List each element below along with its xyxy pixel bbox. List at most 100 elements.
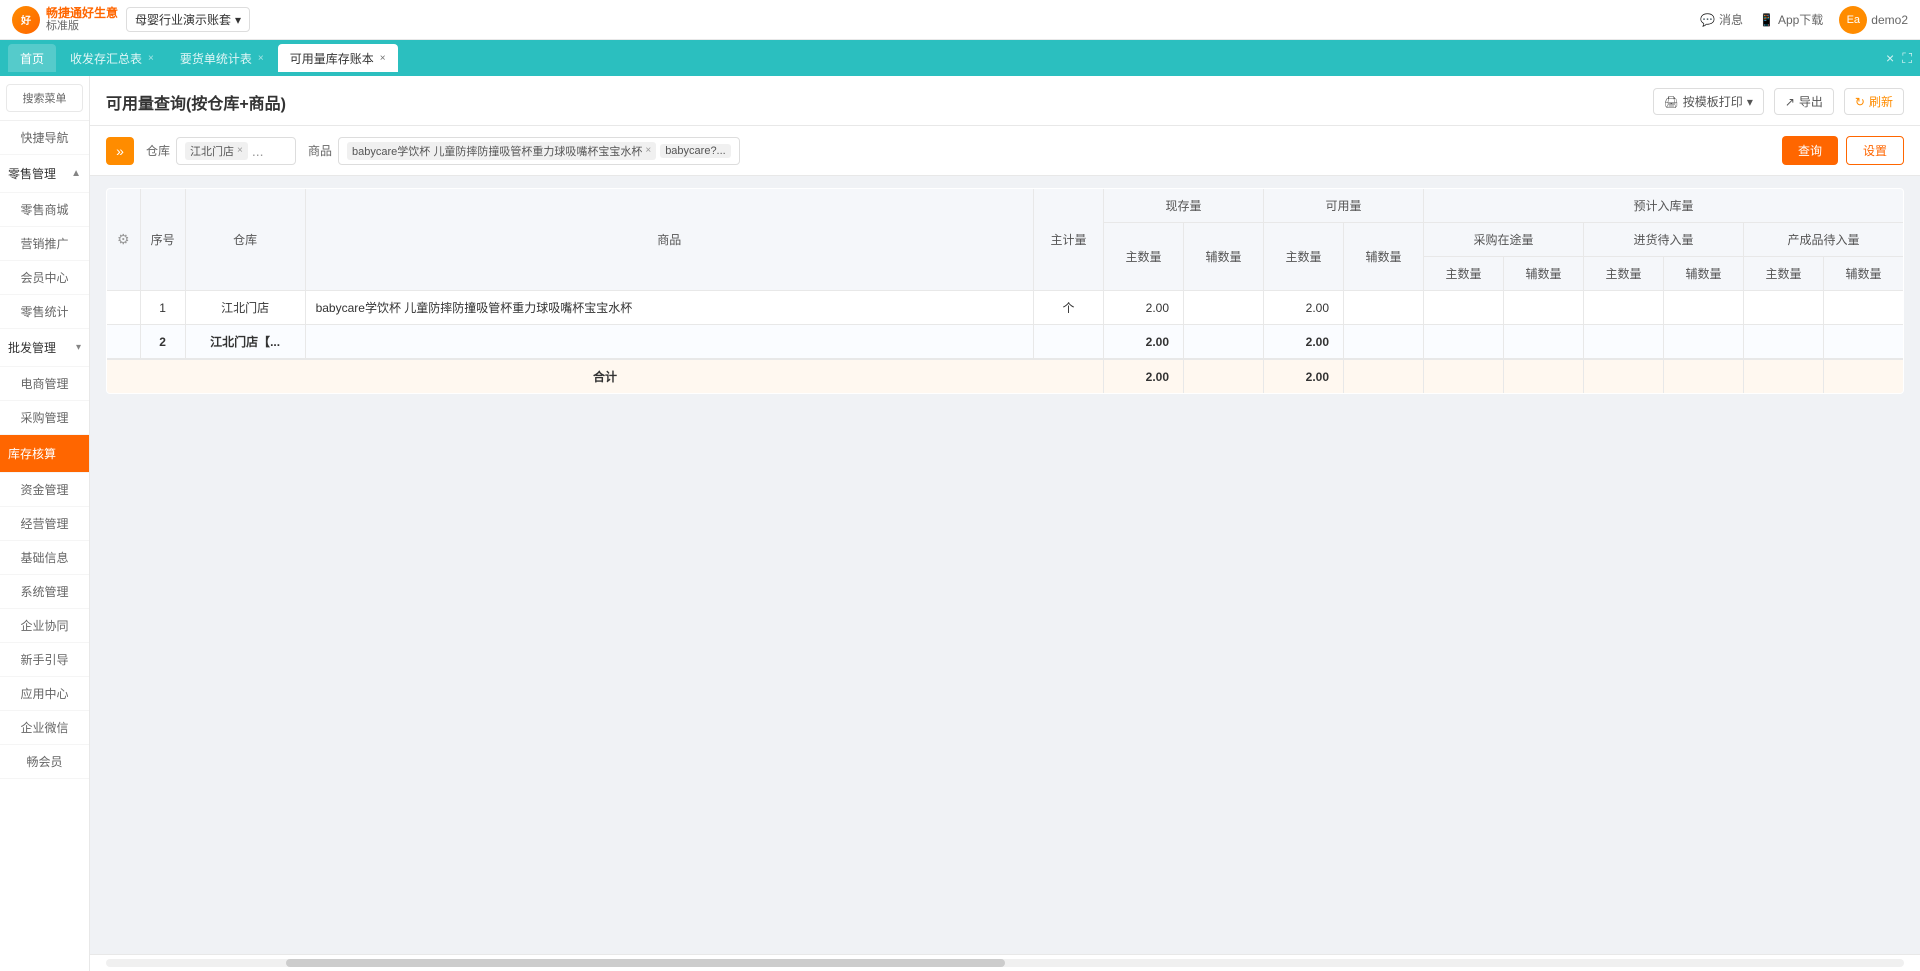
app-logo-icon: 好 (12, 6, 40, 34)
sidebar-item-vip[interactable]: 畅会员 (0, 745, 89, 779)
footer-purchase-main (1584, 359, 1664, 394)
cell-unit: 个 (1034, 291, 1104, 325)
scrollbar-thumb[interactable] (286, 959, 1005, 967)
footer-available-main: 2.00 (1264, 359, 1344, 394)
sidebar-item-operations[interactable]: 经营管理 (0, 507, 89, 541)
expand-tab-btn[interactable]: ⛶ (1902, 50, 1912, 67)
logo-area: 好 畅捷通好生意 标准版 (12, 6, 118, 34)
th-inbound-group: 预计入库量 (1424, 189, 1904, 223)
sidebar-item-wechat-work[interactable]: 企业微信 (0, 711, 89, 745)
search-menu-button[interactable]: 搜索菜单 (6, 84, 83, 112)
print-template-button[interactable]: 🖨 按模板打印 ▾ (1653, 88, 1764, 115)
sidebar-search-area: 搜索菜单 (0, 76, 89, 121)
footer-transit-main (1424, 359, 1504, 394)
tab-home[interactable]: 首页 (8, 44, 56, 72)
app-download-button[interactable]: 📱 App下载 (1759, 11, 1823, 28)
cell-transit-main-2 (1424, 325, 1504, 360)
close-tab-btn[interactable]: × (1886, 50, 1894, 66)
refresh-button[interactable]: ↻ 刷新 (1844, 88, 1904, 115)
sidebar-item-finance[interactable]: 资金管理 (0, 473, 89, 507)
cell-settings (107, 291, 141, 325)
cell-settings-2 (107, 325, 141, 360)
account-selector[interactable]: 母婴行业演示账套 ▾ (126, 7, 250, 32)
sidebar-item-member-center[interactable]: 会员中心 (0, 261, 89, 295)
table-container[interactable]: ⚙ 序号 仓库 商品 主计量 现存量 可用量 预计入库量 主数量 辅数量 主数量 (90, 176, 1920, 954)
filter-expand-button[interactable]: » (106, 137, 134, 165)
cell-product: babycare学饮杯 儿童防摔防撞吸管杯重力球吸嘴杯宝宝水杯 (305, 291, 1033, 325)
inventory-table: ⚙ 序号 仓库 商品 主计量 现存量 可用量 预计入库量 主数量 辅数量 主数量 (106, 188, 1904, 394)
sidebar-item-enterprise[interactable]: 企业协同 (0, 609, 89, 643)
cell-warehouse: 江北门店 (185, 291, 305, 325)
sidebar-item-onboarding[interactable]: 新手引导 (0, 643, 89, 677)
download-icon: 📱 (1759, 13, 1774, 27)
th-warehouse: 序号 (140, 189, 185, 291)
sidebar-item-app-center[interactable]: 应用中心 (0, 677, 89, 711)
export-icon: ↗ (1785, 95, 1795, 109)
footer-transit-aux (1504, 359, 1584, 394)
message-icon: 💬 (1700, 13, 1715, 27)
table-row: 1 江北门店 babycare学饮杯 儿童防摔防撞吸管杯重力球吸嘴杯宝宝水杯 个… (107, 291, 1904, 325)
sidebar-item-retail-stats[interactable]: 零售统计 (0, 295, 89, 329)
sidebar-item-quick-nav[interactable]: 快捷导航 (0, 121, 89, 155)
th-unit: 主计量 (1034, 189, 1104, 291)
sidebar-item-purchase[interactable]: 采购管理 (0, 401, 89, 435)
cell-warehouse-2: 江北门店【... (185, 325, 305, 360)
th-current-main: 主数量 (1104, 223, 1184, 291)
sidebar-item-basics[interactable]: 基础信息 (0, 541, 89, 575)
setting-button[interactable]: 设置 (1846, 136, 1904, 165)
sidebar-item-retail-shop[interactable]: 零售商城 (0, 193, 89, 227)
warehouse-input[interactable]: 江北门店 × ... (176, 137, 296, 165)
th-transit-main: 主数量 (1424, 257, 1504, 291)
sidebar-item-ecommerce[interactable]: 电商管理 (0, 367, 89, 401)
warehouse-ellipsis[interactable]: ... (252, 143, 264, 159)
sidebar-item-marketing[interactable]: 营销推广 (0, 227, 89, 261)
tab-receivable[interactable]: 收发存汇总表 × (58, 44, 166, 72)
cell-current-main-2: 2.00 (1104, 325, 1184, 360)
filter-bar: » 仓库 江北门店 × ... 商品 babycare学饮杯 儿童防摔防撞吸管杯… (90, 126, 1920, 176)
th-purchase-transit-group: 采购在途量 (1424, 223, 1584, 257)
footer-current-main: 2.00 (1104, 359, 1184, 394)
product-tag-1-close[interactable]: × (645, 145, 651, 156)
th-available-aux: 辅数量 (1344, 223, 1424, 291)
th-purchase-main: 主数量 (1584, 257, 1664, 291)
tab-close-available[interactable]: × (380, 53, 386, 64)
sidebar: 搜索菜单 快捷导航 零售管理 ▲ 零售商城 营销推广 会员中心 零售统计 批发管… (0, 76, 90, 971)
cell-transit-main (1424, 291, 1504, 325)
th-purchase-aux: 辅数量 (1664, 257, 1744, 291)
th-production-main: 主数量 (1744, 257, 1824, 291)
warehouse-tag-close[interactable]: × (237, 145, 243, 156)
export-button[interactable]: ↗ 导出 (1774, 88, 1834, 115)
chevron-down-icon: ▾ (1747, 95, 1753, 109)
tab-close-receivable[interactable]: × (148, 53, 154, 64)
footer-total-row: 合计 2.00 2.00 (107, 359, 1904, 394)
product-input[interactable]: babycare学饮杯 儿童防摔防撞吸管杯重力球吸嘴杯宝宝水杯 × babyca… (338, 137, 740, 165)
cell-product-2 (305, 325, 1033, 360)
sidebar-item-inventory[interactable]: 库存核算 (0, 435, 89, 473)
th-production-aux: 辅数量 (1824, 257, 1904, 291)
settings-icon[interactable]: ⚙ (117, 231, 130, 247)
warehouse-tag: 江北门店 × (185, 142, 248, 160)
cell-production-main-2 (1744, 325, 1824, 360)
top-bar-right: 💬 消息 📱 App下载 Ea demo2 (1700, 6, 1908, 34)
cell-available-aux (1344, 291, 1424, 325)
page-actions: 🖨 按模板打印 ▾ ↗ 导出 ↻ 刷新 (1653, 88, 1904, 115)
query-button[interactable]: 查询 (1782, 136, 1838, 165)
warehouse-filter-field: 仓库 江北门店 × ... (146, 137, 296, 165)
print-icon: 🖨 (1664, 95, 1679, 109)
tab-order[interactable]: 要货单统计表 × (168, 44, 276, 72)
th-transit-aux: 辅数量 (1504, 257, 1584, 291)
user-profile[interactable]: Ea demo2 (1839, 6, 1908, 34)
tab-close-order[interactable]: × (258, 53, 264, 64)
page-title-row: 可用量查询(按仓库+商品) 🖨 按模板打印 ▾ ↗ 导出 ↻ 刷新 (106, 88, 1904, 115)
tab-available[interactable]: 可用量库存账本 × (278, 44, 398, 72)
horizontal-scrollbar[interactable] (106, 959, 1904, 967)
product-tag-1: babycare学饮杯 儿童防摔防撞吸管杯重力球吸嘴杯宝宝水杯 × (347, 142, 656, 160)
sidebar-item-system[interactable]: 系统管理 (0, 575, 89, 609)
page-title: 可用量查询(按仓库+商品) (106, 90, 286, 114)
th-available-group: 可用量 (1264, 189, 1424, 223)
sidebar-item-retail-mgmt[interactable]: 零售管理 ▲ (0, 155, 89, 193)
table-footer (90, 954, 1920, 971)
cell-purchase-aux-2 (1664, 325, 1744, 360)
message-button[interactable]: 💬 消息 (1700, 11, 1743, 28)
sidebar-item-wholesale-mgmt[interactable]: 批发管理 ▾ (0, 329, 89, 367)
